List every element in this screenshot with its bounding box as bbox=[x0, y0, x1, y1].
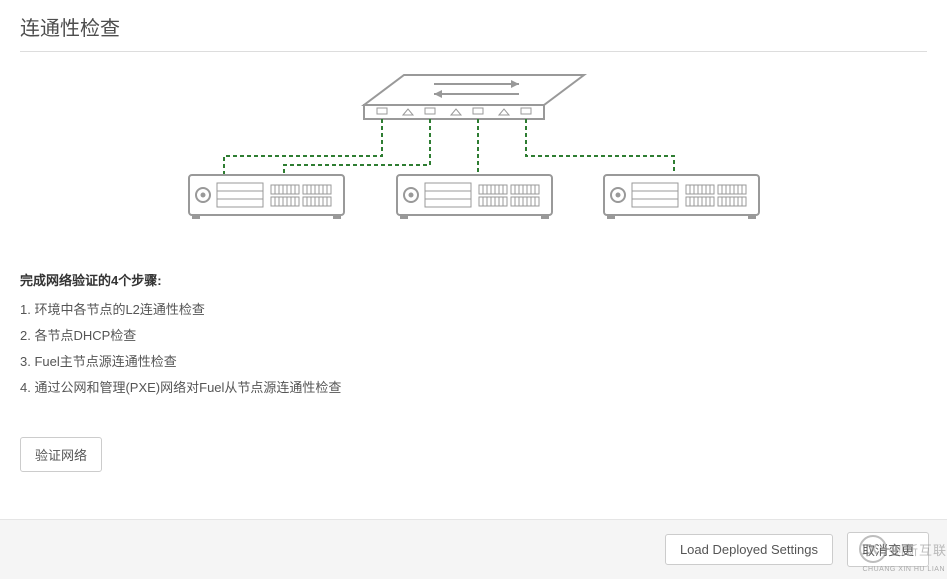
watermark-text: 创新互联 bbox=[891, 540, 947, 559]
watermark-logo-icon: X bbox=[859, 535, 887, 563]
list-item: 4. 通过公网和管理(PXE)网络对Fuel从节点源连通性检查 bbox=[20, 375, 927, 401]
cables bbox=[224, 119, 674, 175]
watermark-subtext: CHUANG XIN HU LIAN bbox=[862, 566, 945, 573]
server-right-icon bbox=[604, 175, 759, 219]
load-deployed-settings-button[interactable]: Load Deployed Settings bbox=[665, 534, 833, 565]
topology-svg bbox=[179, 70, 769, 230]
network-diagram bbox=[20, 70, 927, 230]
list-item: 3. Fuel主节点源连通性检查 bbox=[20, 349, 927, 375]
watermark: X 创新互联 bbox=[859, 535, 947, 563]
page-title: 连通性检查 bbox=[20, 12, 927, 52]
steps-list: 1. 环境中各节点的L2连通性检查 2. 各节点DHCP检查 3. Fuel主节… bbox=[20, 297, 927, 401]
server-middle-icon bbox=[397, 175, 552, 219]
verify-network-button[interactable]: 验证网络 bbox=[20, 437, 102, 472]
server-left-icon bbox=[189, 175, 344, 219]
steps-heading: 完成网络验证的4个步骤: bbox=[20, 270, 927, 289]
switch-icon bbox=[364, 75, 584, 119]
list-item: 1. 环境中各节点的L2连通性检查 bbox=[20, 297, 927, 323]
list-item: 2. 各节点DHCP检查 bbox=[20, 323, 927, 349]
footer-bar: Load Deployed Settings 取消变更 X 创新互联 CHUAN… bbox=[0, 519, 947, 579]
